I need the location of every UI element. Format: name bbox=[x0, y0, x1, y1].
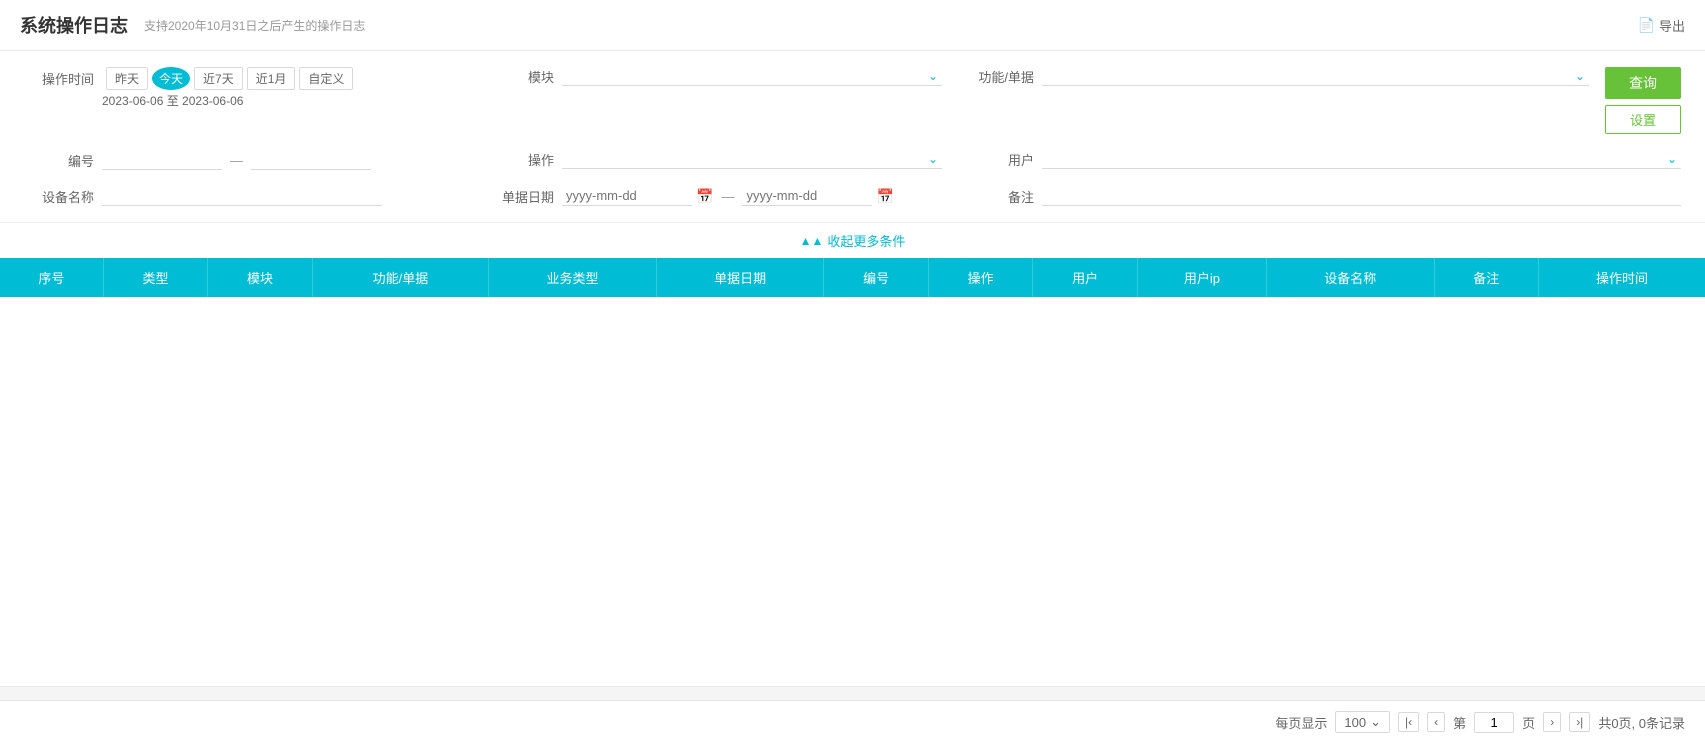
data-table: 序号类型模块功能/单据业务类型单据日期编号操作用户用户ip设备名称备注操作时间 bbox=[0, 258, 1705, 297]
export-label: 导出 bbox=[1659, 16, 1685, 35]
operation-select[interactable]: ⌄ bbox=[562, 150, 942, 169]
table-header-cell: 设备名称 bbox=[1266, 258, 1434, 297]
function-select[interactable]: ⌄ bbox=[1042, 67, 1589, 86]
table-header-cell: 用户 bbox=[1033, 258, 1137, 297]
per-page-label: 每页显示 bbox=[1275, 713, 1327, 732]
table-header-cell: 序号 bbox=[0, 258, 103, 297]
time-range: 2023-06-06 至 2023-06-06 bbox=[102, 92, 484, 109]
filter-row-1: 操作时间 昨天 今天 近7天 近1月 自定义 2023-06-06 至 2023… bbox=[24, 67, 1681, 134]
per-page-select[interactable]: 100 ⌄ bbox=[1335, 711, 1390, 733]
filter-row-3: 设备名称 单据日期 📅 — 📅 备注 bbox=[24, 186, 1681, 206]
user-filter-cell: 用户 ⌄ bbox=[964, 150, 1681, 169]
number-input-end[interactable] bbox=[251, 150, 371, 170]
page-subtitle: 支持2020年10月31日之后产生的操作日志 bbox=[144, 17, 365, 34]
table-header-cell: 业务类型 bbox=[489, 258, 657, 297]
filter-row-2: 编号 — 操作 ⌄ 用户 ⌄ bbox=[24, 150, 1681, 170]
user-label: 用户 bbox=[964, 150, 1034, 169]
number-dash: — bbox=[230, 153, 243, 168]
time-filter-cell: 操作时间 昨天 今天 近7天 近1月 自定义 2023-06-06 至 2023… bbox=[24, 67, 484, 109]
operation-chevron-icon: ⌄ bbox=[928, 152, 938, 166]
number-label: 编号 bbox=[24, 151, 94, 170]
page-input[interactable] bbox=[1474, 712, 1514, 733]
page-wrapper: 系统操作日志 支持2020年10月31日之后产生的操作日志 📄 导出 操作时间 … bbox=[0, 0, 1705, 743]
per-page-value: 100 bbox=[1344, 715, 1366, 730]
device-input[interactable] bbox=[102, 186, 382, 206]
scrollbar-inner bbox=[0, 687, 1705, 688]
module-select[interactable]: ⌄ bbox=[562, 67, 942, 86]
table-header-cell: 操作 bbox=[928, 258, 1032, 297]
user-select[interactable]: ⌄ bbox=[1042, 150, 1681, 169]
collapse-icon: ▲▲ bbox=[800, 234, 824, 248]
export-button[interactable]: 📄 导出 bbox=[1638, 16, 1685, 35]
time-btn-yesterday[interactable]: 昨天 bbox=[106, 67, 148, 90]
function-label: 功能/单据 bbox=[964, 67, 1034, 86]
remark-filter-cell: 备注 bbox=[964, 186, 1681, 206]
operation-filter-cell: 操作 ⌄ bbox=[484, 150, 964, 169]
time-btn-today[interactable]: 今天 bbox=[152, 67, 190, 90]
function-chevron-icon: ⌄ bbox=[1575, 69, 1585, 83]
table-header-cell: 操作时间 bbox=[1539, 258, 1705, 297]
time-btn-custom[interactable]: 自定义 bbox=[299, 67, 353, 90]
page-title: 系统操作日志 bbox=[20, 12, 128, 38]
module-label: 模块 bbox=[484, 67, 554, 86]
first-page-button[interactable]: |‹ bbox=[1398, 712, 1419, 732]
scrollbar-area[interactable] bbox=[0, 686, 1705, 700]
number-input-start[interactable] bbox=[102, 150, 222, 170]
prev-page-button[interactable]: ‹ bbox=[1427, 712, 1445, 732]
user-chevron-icon: ⌄ bbox=[1667, 152, 1677, 166]
per-page-chevron-icon: ⌄ bbox=[1370, 714, 1381, 730]
filter-section: 操作时间 昨天 今天 近7天 近1月 自定义 2023-06-06 至 2023… bbox=[0, 51, 1705, 222]
page-header: 系统操作日志 支持2020年10月31日之后产生的操作日志 📄 导出 bbox=[0, 0, 1705, 51]
pagination-bar: 每页显示 100 ⌄ |‹ ‹ 第 页 › ›| 共0页, 0条记录 bbox=[0, 700, 1705, 743]
device-filter-cell: 设备名称 bbox=[24, 186, 484, 206]
number-filter-cell: 编号 — bbox=[24, 150, 484, 170]
voucher-date-label: 单据日期 bbox=[484, 187, 554, 206]
table-header-cell: 编号 bbox=[824, 258, 928, 297]
remark-label: 备注 bbox=[964, 187, 1034, 206]
voucher-date-start[interactable] bbox=[562, 186, 692, 206]
function-filter-cell: 功能/单据 ⌄ bbox=[964, 67, 1589, 86]
table-wrapper: 序号类型模块功能/单据业务类型单据日期编号操作用户用户ip设备名称备注操作时间 bbox=[0, 258, 1705, 686]
calendar-start-icon[interactable]: 📅 bbox=[696, 188, 713, 205]
table-header-cell: 单据日期 bbox=[656, 258, 824, 297]
export-icon: 📄 bbox=[1638, 17, 1655, 34]
collapse-row[interactable]: ▲▲ 收起更多条件 bbox=[0, 222, 1705, 258]
calendar-end-icon[interactable]: 📅 bbox=[876, 188, 893, 205]
header-left: 系统操作日志 支持2020年10月31日之后产生的操作日志 bbox=[20, 12, 365, 38]
collapse-label: 收起更多条件 bbox=[827, 231, 905, 250]
query-button[interactable]: 查询 bbox=[1605, 67, 1681, 99]
next-page-button[interactable]: › bbox=[1543, 712, 1561, 732]
page-unit: 页 bbox=[1522, 713, 1535, 732]
module-chevron-icon: ⌄ bbox=[928, 69, 938, 83]
table-header-cell: 用户ip bbox=[1137, 258, 1266, 297]
table-header-cell: 模块 bbox=[208, 258, 312, 297]
time-btn-7days[interactable]: 近7天 bbox=[194, 67, 243, 90]
voucher-date-filter-cell: 单据日期 📅 — 📅 bbox=[484, 186, 964, 206]
empty-area bbox=[0, 297, 1705, 597]
table-header-row: 序号类型模块功能/单据业务类型单据日期编号操作用户用户ip设备名称备注操作时间 bbox=[0, 258, 1705, 297]
last-page-button[interactable]: ›| bbox=[1569, 712, 1590, 732]
operation-label: 操作 bbox=[484, 150, 554, 169]
total-label: 共0页, 0条记录 bbox=[1598, 713, 1685, 732]
remark-input[interactable] bbox=[1042, 186, 1681, 206]
table-header-cell: 备注 bbox=[1434, 258, 1538, 297]
module-filter-cell: 模块 ⌄ bbox=[484, 67, 964, 86]
action-buttons: 查询 设置 bbox=[1605, 67, 1681, 134]
table-header-cell: 功能/单据 bbox=[312, 258, 488, 297]
settings-button[interactable]: 设置 bbox=[1605, 105, 1681, 134]
time-btn-1month[interactable]: 近1月 bbox=[247, 67, 296, 90]
voucher-date-end[interactable] bbox=[742, 186, 872, 206]
table-header-cell: 类型 bbox=[103, 258, 207, 297]
voucher-dash: — bbox=[721, 189, 734, 204]
page-label: 第 bbox=[1453, 713, 1466, 732]
time-label: 操作时间 bbox=[24, 69, 94, 88]
device-label: 设备名称 bbox=[24, 187, 94, 206]
